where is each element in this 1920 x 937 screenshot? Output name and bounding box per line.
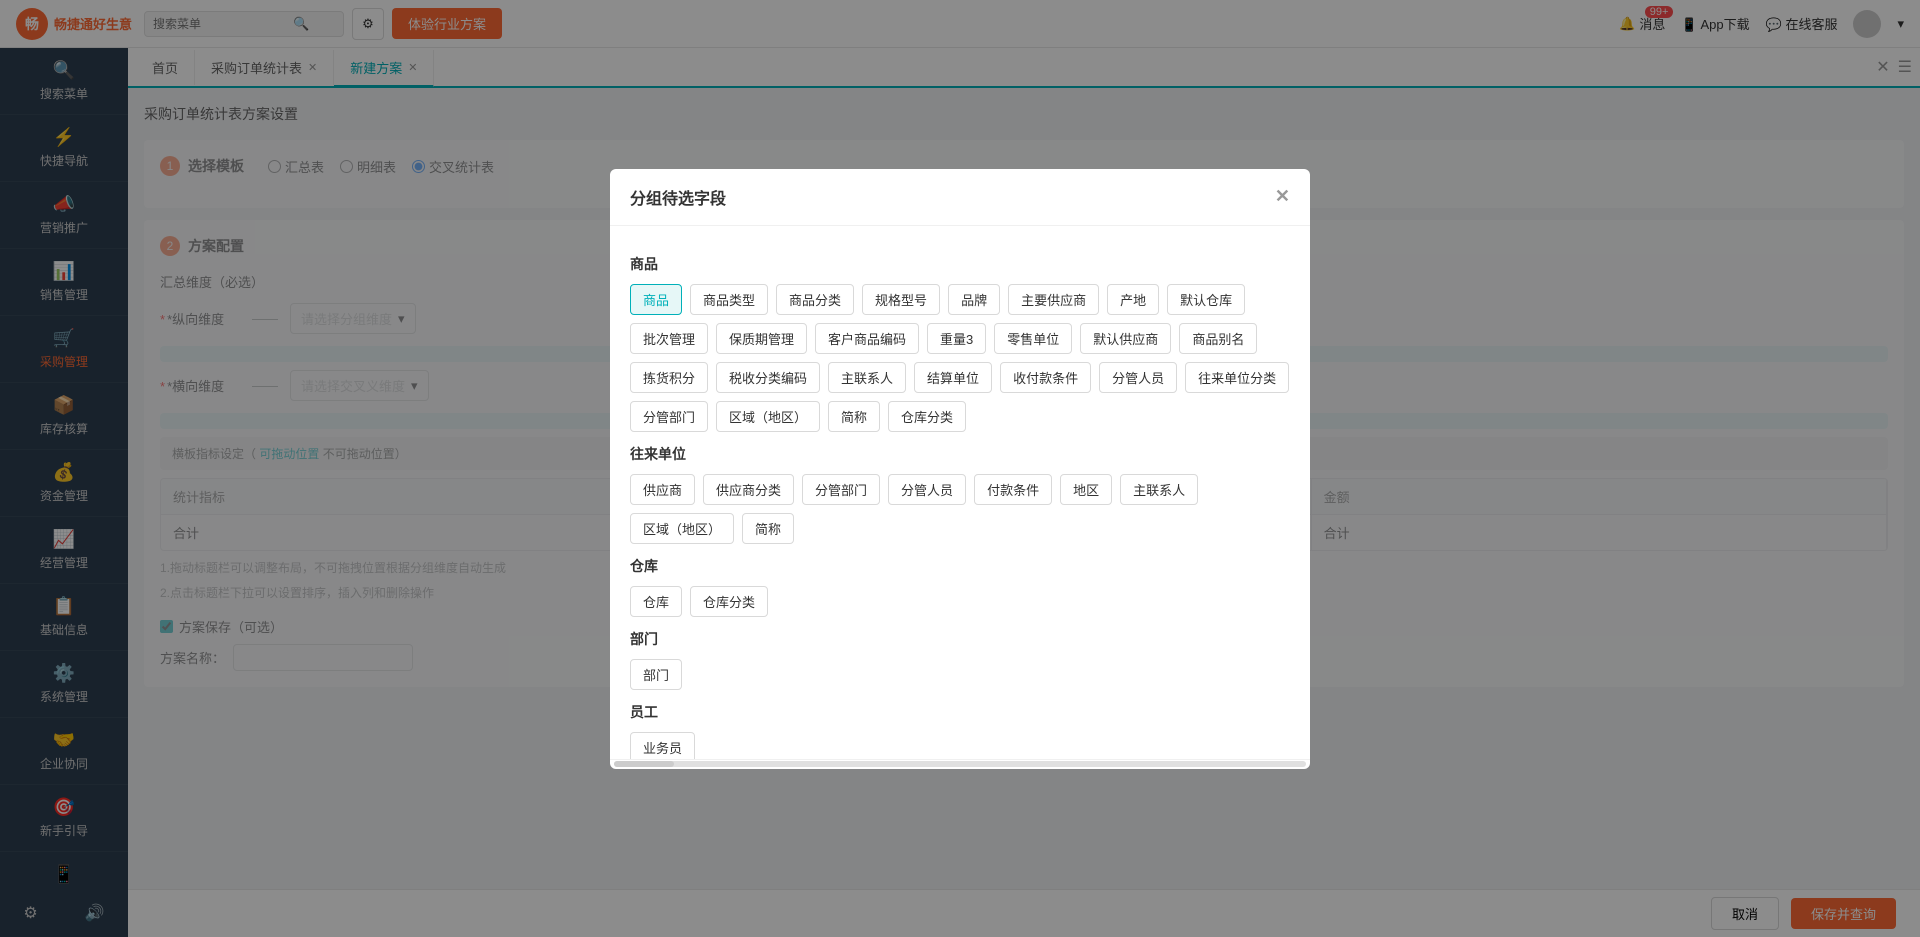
field-tag-1-7[interactable]: 区域（地区） bbox=[630, 513, 734, 544]
field-tag-0-4[interactable]: 品牌 bbox=[948, 284, 1000, 315]
field-tag-0-5[interactable]: 主要供应商 bbox=[1008, 284, 1099, 315]
field-tag-0-2[interactable]: 商品分类 bbox=[776, 284, 854, 315]
field-tags-group-4: 业务员 bbox=[630, 732, 1290, 759]
field-tags-group-0: 商品商品类型商品分类规格型号品牌主要供应商产地默认仓库批次管理保质期管理客户商品… bbox=[630, 284, 1290, 432]
field-tag-0-9[interactable]: 保质期管理 bbox=[716, 323, 807, 354]
field-tag-0-10[interactable]: 客户商品编码 bbox=[815, 323, 919, 354]
group-title-3: 部门 bbox=[630, 629, 1290, 649]
field-tag-1-5[interactable]: 地区 bbox=[1060, 474, 1112, 505]
field-tag-3-0[interactable]: 部门 bbox=[630, 659, 682, 690]
field-tag-4-0[interactable]: 业务员 bbox=[630, 732, 695, 759]
modal-header: 分组待选字段 ✕ bbox=[610, 169, 1310, 226]
field-tag-0-0[interactable]: 商品 bbox=[630, 284, 682, 315]
field-tag-0-3[interactable]: 规格型号 bbox=[862, 284, 940, 315]
modal-body: 商品商品商品类型商品分类规格型号品牌主要供应商产地默认仓库批次管理保质期管理客户… bbox=[610, 226, 1310, 759]
field-tag-0-1[interactable]: 商品类型 bbox=[690, 284, 768, 315]
field-tag-0-11[interactable]: 重量3 bbox=[927, 323, 986, 354]
field-tag-0-12[interactable]: 零售单位 bbox=[994, 323, 1072, 354]
field-tag-1-2[interactable]: 分管部门 bbox=[802, 474, 880, 505]
field-tags-group-1: 供应商供应商分类分管部门分管人员付款条件地区主联系人区域（地区） 简称 bbox=[630, 474, 1290, 544]
field-tag-0-24[interactable]: 简称 bbox=[828, 401, 880, 432]
field-tag-0-14[interactable]: 商品别名 bbox=[1179, 323, 1257, 354]
field-tag-2-0[interactable]: 仓库 bbox=[630, 586, 682, 617]
field-tag-0-20[interactable]: 分管人员 bbox=[1099, 362, 1177, 393]
field-tag-0-23[interactable]: 区域（地区） bbox=[716, 401, 820, 432]
field-tag-2-1[interactable]: 仓库分类 bbox=[690, 586, 768, 617]
group-title-2: 仓库 bbox=[630, 556, 1290, 576]
modal-close-button[interactable]: ✕ bbox=[1275, 186, 1290, 207]
modal-title: 分组待选字段 bbox=[630, 185, 726, 209]
modal-hscroll[interactable] bbox=[610, 759, 1310, 769]
field-tag-0-6[interactable]: 产地 bbox=[1107, 284, 1159, 315]
field-tag-1-1[interactable]: 供应商分类 bbox=[703, 474, 794, 505]
field-tag-1-8[interactable]: 简称 bbox=[742, 513, 794, 544]
field-tag-0-18[interactable]: 结算单位 bbox=[914, 362, 992, 393]
field-tag-0-8[interactable]: 批次管理 bbox=[630, 323, 708, 354]
field-tag-0-19[interactable]: 收付款条件 bbox=[1000, 362, 1091, 393]
field-tag-0-16[interactable]: 税收分类编码 bbox=[716, 362, 820, 393]
group-title-0: 商品 bbox=[630, 254, 1290, 274]
field-tag-1-6[interactable]: 主联系人 bbox=[1120, 474, 1198, 505]
field-tag-0-13[interactable]: 默认供应商 bbox=[1080, 323, 1171, 354]
field-tags-group-2: 仓库仓库分类 bbox=[630, 586, 1290, 617]
modal-dialog: 分组待选字段 ✕ 商品商品商品类型商品分类规格型号品牌主要供应商产地默认仓库批次… bbox=[610, 169, 1310, 769]
field-tag-0-22[interactable]: 分管部门 bbox=[630, 401, 708, 432]
field-tag-0-15[interactable]: 拣货积分 bbox=[630, 362, 708, 393]
group-title-1: 往来单位 bbox=[630, 444, 1290, 464]
field-tag-0-7[interactable]: 默认仓库 bbox=[1167, 284, 1245, 315]
field-tag-0-17[interactable]: 主联系人 bbox=[828, 362, 906, 393]
field-tag-1-0[interactable]: 供应商 bbox=[630, 474, 695, 505]
field-tag-0-21[interactable]: 往来单位分类 bbox=[1185, 362, 1289, 393]
field-tags-group-3: 部门 bbox=[630, 659, 1290, 690]
field-tag-1-3[interactable]: 分管人员 bbox=[888, 474, 966, 505]
field-tag-1-4[interactable]: 付款条件 bbox=[974, 474, 1052, 505]
field-tag-0-25[interactable]: 仓库分类 bbox=[888, 401, 966, 432]
group-title-4: 员工 bbox=[630, 702, 1290, 722]
